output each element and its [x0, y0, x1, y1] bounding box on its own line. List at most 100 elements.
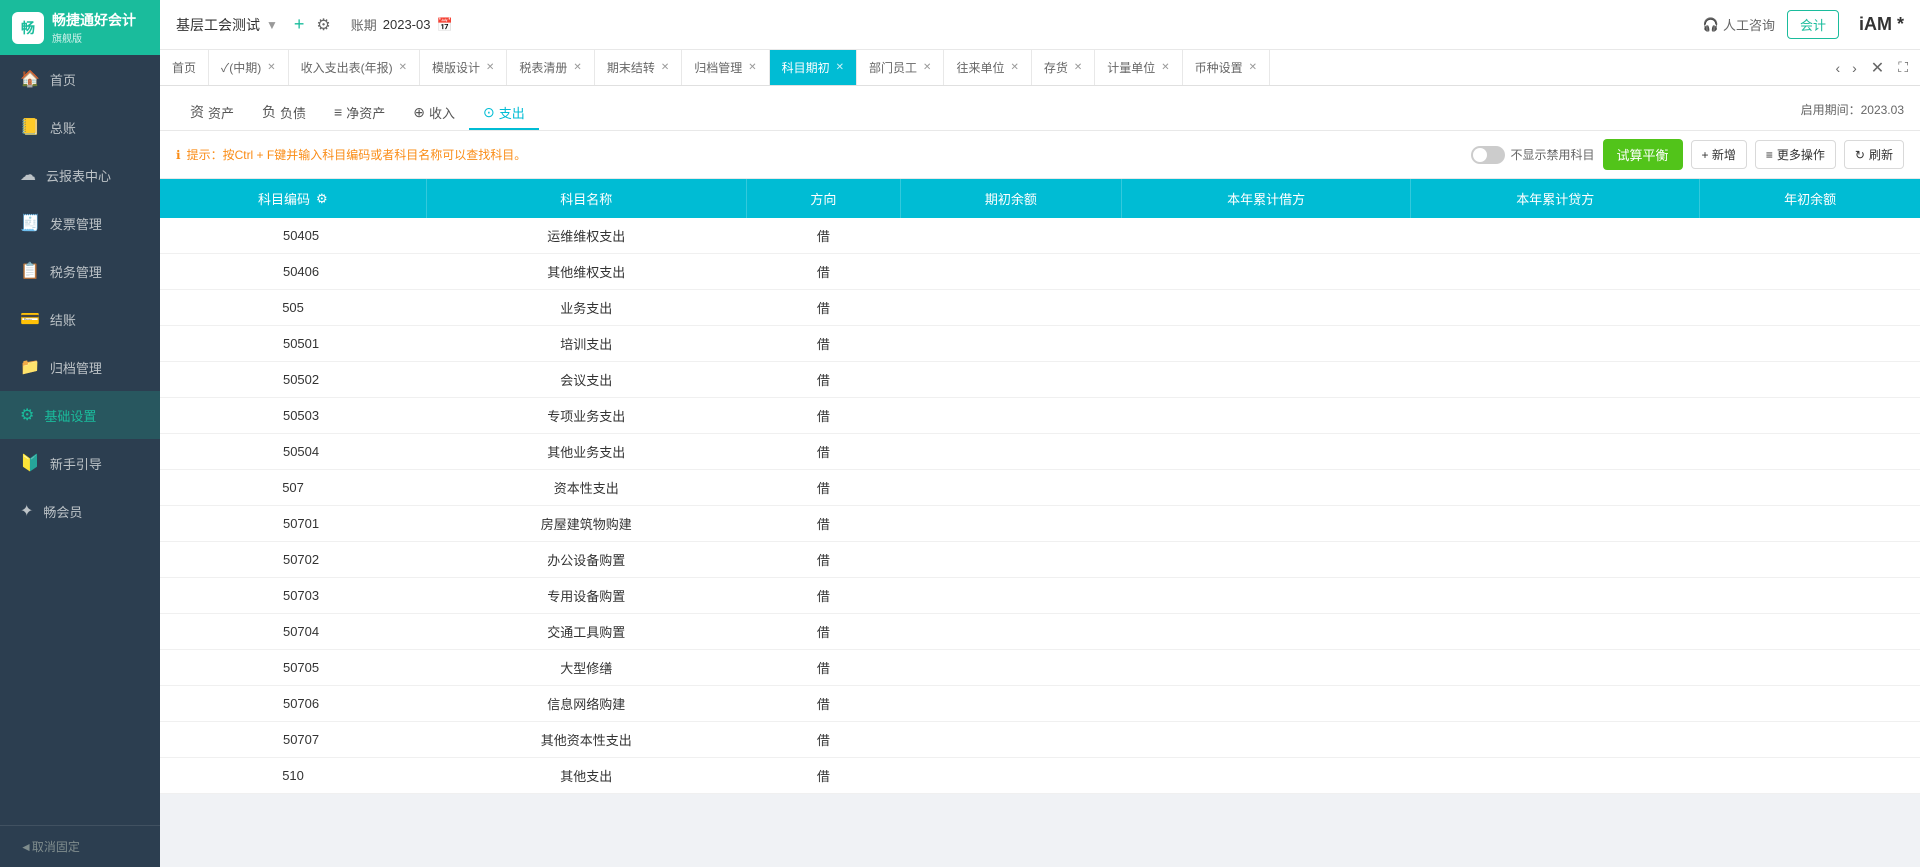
- subtab-income2[interactable]: ⊕ 收入: [399, 97, 469, 130]
- add-button[interactable]: + 新增: [1691, 140, 1747, 169]
- cell-code-5: 50503: [160, 398, 426, 434]
- subtab-asset[interactable]: 资 资产: [176, 96, 248, 130]
- table-row[interactable]: 50501 培训支出 借: [160, 326, 1920, 362]
- cell-code-11: 50704: [160, 614, 426, 650]
- table-row[interactable]: 50702 办公设备购置 借: [160, 542, 1920, 578]
- tab-label-taxclear: 税表清册: [519, 59, 567, 76]
- subtab-liability[interactable]: 负 负债: [248, 96, 320, 130]
- table-row[interactable]: 50405 运维维权支出 借: [160, 218, 1920, 254]
- help-button[interactable]: 🎧 人工咨询: [1703, 15, 1775, 34]
- tab-clients[interactable]: 往来单位✕: [944, 50, 1031, 86]
- sidebar-collapse-btn[interactable]: ◄取消固定: [0, 825, 160, 867]
- subtab-net_asset[interactable]: ≡ 净资产: [320, 97, 399, 130]
- tab-stock[interactable]: 存货✕: [1032, 50, 1095, 86]
- close-all-tabs-button[interactable]: ✕: [1865, 56, 1890, 80]
- tab-label-income: 收入支出表(年报): [301, 59, 393, 76]
- org-settings-icon[interactable]: ⚙: [316, 15, 330, 35]
- subtab-expense[interactable]: ⊙ 支出: [469, 97, 539, 130]
- tab-close-filecenter[interactable]: ✕: [748, 62, 756, 73]
- tab-income[interactable]: 收入支出表(年报) ✕: [289, 50, 420, 86]
- sidebar-item-tax[interactable]: 📋 税务管理: [0, 247, 160, 295]
- sidebar-item-settings[interactable]: ⚙ 基础设置: [0, 391, 160, 439]
- tab-close-taxclear[interactable]: ✕: [573, 62, 581, 73]
- sidebar-logo[interactable]: 畅 畅捷通好会计 旗舰版: [0, 0, 160, 55]
- refresh-button[interactable]: ↻ 刷新: [1844, 140, 1904, 169]
- cell-year-opening-1: [1700, 254, 1920, 290]
- tab-dept[interactable]: 部门员工✕: [857, 50, 944, 86]
- table-row[interactable]: 50502 会议支出 借: [160, 362, 1920, 398]
- tab-close-dept[interactable]: ✕: [923, 62, 931, 73]
- tab-close-income[interactable]: ✕: [399, 62, 407, 73]
- account-button[interactable]: 会计: [1787, 10, 1839, 39]
- ledger-icon: 📒: [20, 117, 40, 137]
- tab-filecenter[interactable]: 归档管理✕: [682, 50, 769, 86]
- tab-template[interactable]: 模版设计✕: [420, 50, 507, 86]
- cell-code-0: 50405: [160, 218, 426, 254]
- table-row[interactable]: 50703 专用设备购置 借: [160, 578, 1920, 614]
- calendar-icon[interactable]: 📅: [436, 17, 452, 33]
- cell-opening-10: [900, 578, 1121, 614]
- tab-close-stock[interactable]: ✕: [1074, 62, 1082, 73]
- cell-ytd-debit-2: [1122, 290, 1411, 326]
- table-row[interactable]: 50704 交通工具购置 借: [160, 614, 1920, 650]
- subtab-label-income2: 收入: [429, 103, 455, 122]
- tab-close-unit[interactable]: ✕: [1161, 62, 1169, 73]
- tab-close-template[interactable]: ✕: [486, 62, 494, 73]
- expand-button[interactable]: ⛶: [1894, 57, 1912, 78]
- cell-code-9: 50702: [160, 542, 426, 578]
- sidebar-item-ledger[interactable]: 📒 总账: [0, 103, 160, 151]
- tab-currency[interactable]: 币种设置✕: [1183, 50, 1270, 86]
- cell-opening-6: [900, 434, 1121, 470]
- sidebar-item-report[interactable]: ☁ 云报表中心: [0, 151, 160, 199]
- cell-ytd-debit-5: [1122, 398, 1411, 434]
- tab-close-yearend[interactable]: ✕: [661, 62, 669, 73]
- table-row[interactable]: 50503 专项业务支出 借: [160, 398, 1920, 434]
- table-row[interactable]: 50504 其他业务支出 借: [160, 434, 1920, 470]
- tab-close-period[interactable]: ✕: [267, 62, 275, 73]
- more-actions-button[interactable]: ≡ 更多操作: [1755, 140, 1836, 169]
- cell-name-5: 专项业务支出: [426, 398, 746, 434]
- cell-year-opening-10: [1700, 578, 1920, 614]
- tab-prev-button[interactable]: ‹: [1831, 58, 1844, 78]
- table-row[interactable]: 507 资本性支出 借: [160, 470, 1920, 506]
- sidebar-item-home[interactable]: 🏠 首页: [0, 55, 160, 103]
- table-row[interactable]: 50705 大型修缮 借: [160, 650, 1920, 686]
- sidebar-label-guide: 新手引导: [50, 454, 102, 473]
- org-selector[interactable]: 基层工会测试 ▼: [176, 15, 278, 35]
- cell-ytd-credit-5: [1411, 398, 1700, 434]
- table-row[interactable]: 50706 信息网络购建 借: [160, 686, 1920, 722]
- cell-ytd-debit-14: [1122, 722, 1411, 758]
- sidebar-item-member[interactable]: ✦ 畅会员: [0, 487, 160, 535]
- tab-close-subject_init[interactable]: ✕: [836, 62, 844, 73]
- sidebar-item-invoice[interactable]: 🧾 发票管理: [0, 199, 160, 247]
- sidebar-item-archive[interactable]: 📁 归档管理: [0, 343, 160, 391]
- disable-toggle[interactable]: 不显示禁用科目: [1471, 146, 1595, 164]
- tab-period[interactable]: ✓(中期)✕: [209, 50, 289, 86]
- table-row[interactable]: 505 业务支出 借: [160, 290, 1920, 326]
- tab-next-button[interactable]: ›: [1848, 58, 1861, 78]
- tab-taxclear[interactable]: 税表清册 ✕: [507, 50, 594, 86]
- more-icon: ≡: [1766, 148, 1773, 162]
- tab-home[interactable]: 首页: [160, 50, 209, 86]
- tab-label-yearend: 期末结转: [607, 59, 655, 76]
- table-row[interactable]: 50406 其他维权支出 借: [160, 254, 1920, 290]
- toggle-control[interactable]: [1471, 146, 1505, 164]
- tab-subject_init[interactable]: 科目期初✕: [770, 50, 857, 86]
- tab-close-currency[interactable]: ✕: [1249, 62, 1257, 73]
- tab-yearend[interactable]: 期末结转 ✕: [595, 50, 682, 86]
- sidebar-item-guide[interactable]: 🔰 新手引导: [0, 439, 160, 487]
- table-row[interactable]: 50701 房屋建筑物购建 借: [160, 506, 1920, 542]
- cell-year-opening-4: [1700, 362, 1920, 398]
- tab-close-clients[interactable]: ✕: [1010, 62, 1018, 73]
- tab-unit[interactable]: 计量单位✕: [1095, 50, 1182, 86]
- tabbar: 首页✓(中期)✕收入支出表(年报)✕模版设计✕税表清册✕期末结转✕归档管理✕科目…: [160, 50, 1920, 86]
- col-ytd-debit: 本年累计借方: [1122, 179, 1411, 218]
- column-settings-icon[interactable]: ⚙: [316, 191, 328, 207]
- table-row[interactable]: 510 其他支出 借: [160, 758, 1920, 794]
- add-org-button[interactable]: +: [294, 14, 305, 35]
- calc-balance-button[interactable]: 试算平衡: [1603, 139, 1683, 170]
- subtab-period: 启用期间：2023.03: [1801, 101, 1904, 126]
- cell-ytd-debit-1: [1122, 254, 1411, 290]
- sidebar-item-checkout[interactable]: 💳 结账: [0, 295, 160, 343]
- table-row[interactable]: 50707 其他资本性支出 借: [160, 722, 1920, 758]
